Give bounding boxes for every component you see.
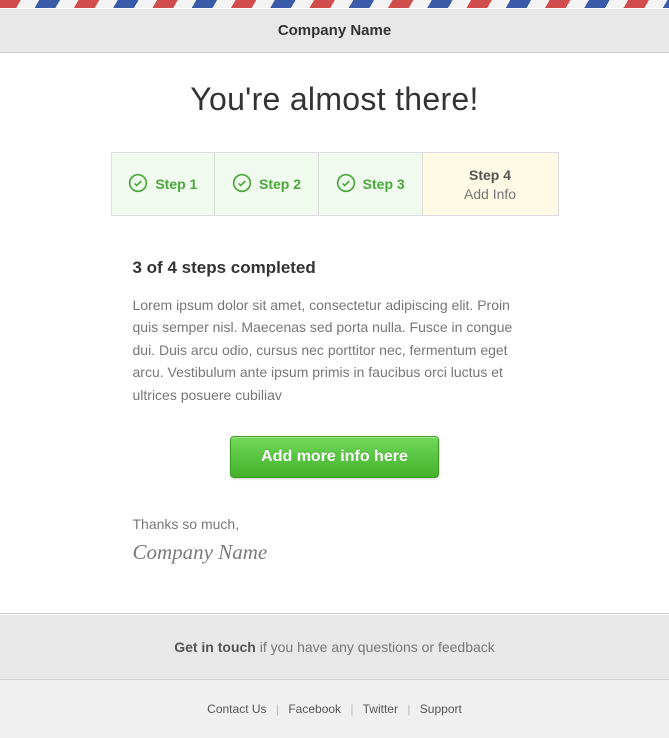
step-label: Step 3 xyxy=(363,176,405,192)
step-1: Step 1 xyxy=(111,152,216,216)
check-icon xyxy=(128,173,148,196)
steps-tracker: Step 1 Step 2 Step 3 Step 4 Add Info xyxy=(111,152,559,216)
check-icon xyxy=(232,173,252,196)
footer-sep: | xyxy=(407,702,410,716)
footer-link-support[interactable]: Support xyxy=(420,702,462,716)
company-bar: Company Name xyxy=(0,8,669,53)
progress-title: 3 of 4 steps completed xyxy=(133,258,537,278)
closing-thanks: Thanks so much, xyxy=(133,516,537,532)
closing-signature: Company Name xyxy=(133,540,537,565)
step-2: Step 2 xyxy=(215,152,319,216)
step-title: Step 4 xyxy=(469,167,511,183)
step-4-active: Step 4 Add Info xyxy=(423,152,559,216)
footer-touch-bold: Get in touch xyxy=(174,639,256,655)
add-info-button[interactable]: Add more info here xyxy=(230,436,439,478)
footer-touch-rest: if you have any questions or feedback xyxy=(256,639,495,655)
footer-link-twitter[interactable]: Twitter xyxy=(363,702,398,716)
check-icon xyxy=(336,173,356,196)
step-label: Step 1 xyxy=(155,176,197,192)
step-label: Step 2 xyxy=(259,176,301,192)
step-3: Step 3 xyxy=(319,152,423,216)
footer-sep: | xyxy=(276,702,279,716)
cta-wrap: Add more info here xyxy=(133,436,537,478)
footer-touch: Get in touch if you have any questions o… xyxy=(0,614,669,680)
footer-links: Contact Us | Facebook | Twitter | Suppor… xyxy=(0,680,669,738)
airmail-stripe xyxy=(0,0,669,8)
content-block: 3 of 4 steps completed Lorem ipsum dolor… xyxy=(133,258,537,565)
page-body: You're almost there! Step 1 Step 2 Step … xyxy=(0,53,669,614)
step-subtitle: Add Info xyxy=(464,186,516,202)
footer-link-contact[interactable]: Contact Us xyxy=(207,702,266,716)
footer-link-facebook[interactable]: Facebook xyxy=(288,702,341,716)
footer-sep: | xyxy=(350,702,353,716)
progress-body: Lorem ipsum dolor sit amet, consectetur … xyxy=(133,294,537,406)
company-name: Company Name xyxy=(278,22,391,39)
page-headline: You're almost there! xyxy=(0,81,669,118)
